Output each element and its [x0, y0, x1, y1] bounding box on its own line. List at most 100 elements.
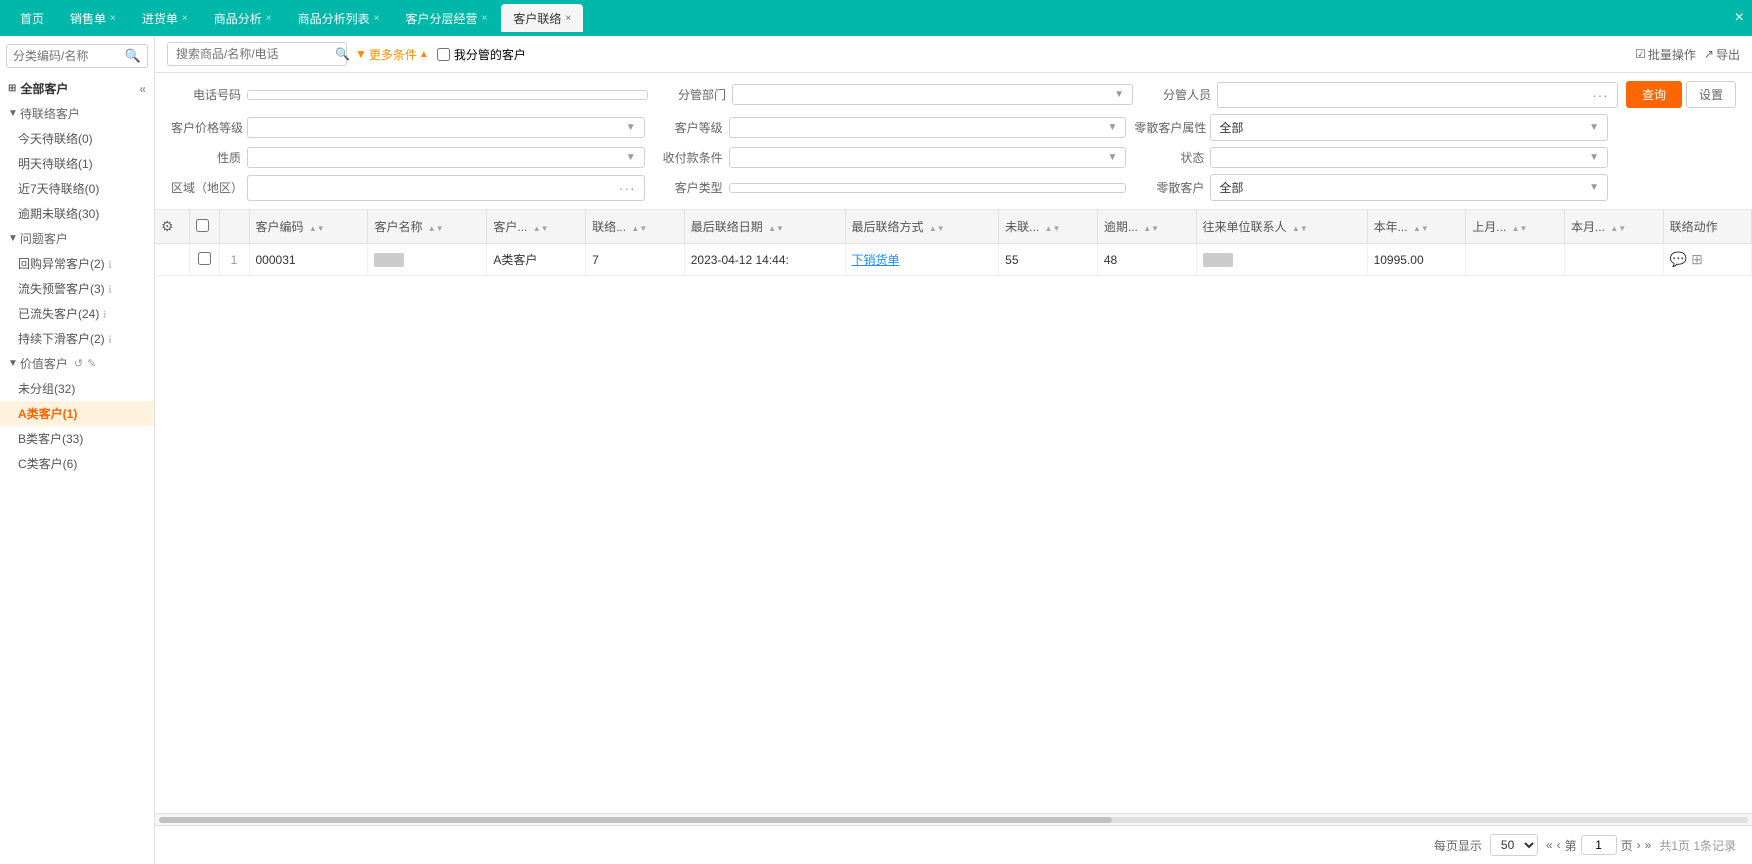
- sidebar-item-tomorrow[interactable]: 明天待联络(1): [0, 151, 154, 176]
- sidebar-group-pending[interactable]: ▼ 待联络客户: [0, 101, 154, 126]
- scatter-customer-select[interactable]: 全部 ▼: [1210, 174, 1608, 201]
- status-select[interactable]: ▼: [1210, 147, 1608, 168]
- col-overdue-header[interactable]: 逾期... ▲▼: [1097, 210, 1196, 244]
- phone-input[interactable]: [247, 90, 648, 100]
- nav-tab-customer-contact[interactable]: 客户联络 ×: [501, 4, 583, 32]
- col-code-sort[interactable]: ▲▼: [309, 224, 325, 233]
- col-checkbox-header[interactable]: [189, 210, 219, 244]
- col-overdue-sort[interactable]: ▲▼: [1143, 224, 1159, 233]
- filter-search-box[interactable]: 🔍: [167, 42, 347, 66]
- col-last-month-sort[interactable]: ▲▼: [1512, 224, 1528, 233]
- prev-page-button[interactable]: ‹: [1557, 838, 1561, 852]
- col-last-date-header[interactable]: 最后联络日期 ▲▼: [684, 210, 845, 244]
- col-history-header[interactable]: 往来单位联系人 ▲▼: [1196, 210, 1367, 244]
- col-contacts-header[interactable]: 联络... ▲▼: [586, 210, 685, 244]
- row-last-method[interactable]: 下销货单: [852, 253, 900, 267]
- sidebar-item-c-class[interactable]: C类客户(6): [0, 451, 154, 476]
- region-input[interactable]: ···: [247, 175, 645, 201]
- sidebar-item-7days[interactable]: 近7天待联络(0): [0, 176, 154, 201]
- payment-select[interactable]: ▼: [729, 147, 1127, 168]
- sidebar-item-b-class[interactable]: B类客户(33): [0, 426, 154, 451]
- col-uncontacted-header[interactable]: 未联... ▲▼: [999, 210, 1098, 244]
- sidebar-item-a-class[interactable]: A类客户(1): [0, 401, 154, 426]
- col-this-year-header[interactable]: 本年... ▲▼: [1367, 210, 1466, 244]
- my-customers-checkbox[interactable]: 我分管的客户: [437, 46, 526, 63]
- row-checkbox[interactable]: [198, 252, 211, 265]
- col-contacts-sort[interactable]: ▲▼: [631, 224, 647, 233]
- col-last-date-sort[interactable]: ▲▼: [768, 224, 784, 233]
- manager-input[interactable]: ···: [1217, 82, 1618, 108]
- nav-tab-purchase[interactable]: 进货单 ×: [130, 4, 200, 32]
- sidebar-item-today[interactable]: 今天待联络(0): [0, 126, 154, 151]
- sidebar-item-churned[interactable]: 已流失客户(24) ℹ: [0, 301, 154, 326]
- col-last-method-header[interactable]: 最后联络方式 ▲▼: [845, 210, 999, 244]
- chat-action-icon[interactable]: 💬: [1670, 251, 1687, 268]
- setting-button[interactable]: 设置: [1686, 81, 1736, 108]
- filter-search-input[interactable]: [176, 47, 331, 61]
- col-type-sort[interactable]: ▲▼: [533, 224, 549, 233]
- sidebar-item-unclassified[interactable]: 未分组(32): [0, 376, 154, 401]
- col-type-header[interactable]: 客户... ▲▼: [487, 210, 586, 244]
- col-settings[interactable]: ⚙: [155, 210, 189, 244]
- qrcode-action-icon[interactable]: ⊞: [1691, 251, 1703, 268]
- last-page-button[interactable]: »: [1645, 838, 1652, 852]
- nav-tab-sales[interactable]: 销售单 ×: [58, 4, 128, 32]
- sidebar-search-input[interactable]: [13, 49, 125, 63]
- query-button[interactable]: 查询: [1626, 81, 1682, 108]
- col-this-month-header[interactable]: 本月... ▲▼: [1564, 210, 1663, 244]
- col-this-year-sort[interactable]: ▲▼: [1413, 224, 1429, 233]
- next-page-button[interactable]: ›: [1637, 838, 1641, 852]
- sidebar-item-declining[interactable]: 持续下滑客户(2) ℹ: [0, 326, 154, 351]
- first-page-button[interactable]: «: [1546, 838, 1553, 852]
- col-uncontacted-sort[interactable]: ▲▼: [1045, 224, 1061, 233]
- price-level-select[interactable]: ▼: [247, 117, 645, 138]
- my-customers-check[interactable]: [437, 48, 450, 61]
- nav-tab-sales-close[interactable]: ×: [110, 13, 116, 24]
- nav-tab-customer-segment-close[interactable]: ×: [481, 13, 487, 24]
- col-last-method-sort[interactable]: ▲▼: [929, 224, 945, 233]
- all-customers-header[interactable]: ⊞ 全部客户 «: [0, 76, 154, 101]
- nav-tab-product-analysis-close[interactable]: ×: [266, 13, 272, 24]
- page-size-select[interactable]: 50: [1490, 834, 1538, 856]
- more-conditions-button[interactable]: ▼ 更多条件 ▲: [355, 46, 429, 63]
- nav-tab-customer-segment[interactable]: 客户分层经营 ×: [393, 4, 499, 32]
- sidebar-search-box[interactable]: 🔍: [6, 44, 148, 68]
- row-last-method-cell[interactable]: 下销货单: [845, 244, 999, 276]
- sidebar-item-churn-warning[interactable]: 流失预警客户(3) ℹ: [0, 276, 154, 301]
- sidebar-collapse-button[interactable]: «: [139, 82, 146, 96]
- col-name-label: 客户名称: [374, 220, 422, 234]
- col-history-sort[interactable]: ▲▼: [1292, 224, 1308, 233]
- nav-tab-purchase-close[interactable]: ×: [182, 13, 188, 24]
- customer-level-select[interactable]: ▼: [729, 117, 1127, 138]
- col-last-month-header[interactable]: 上月... ▲▼: [1466, 210, 1565, 244]
- sidebar-group-problem[interactable]: ▼ 问题客户: [0, 226, 154, 251]
- col-name-header[interactable]: 客户名称 ▲▼: [368, 210, 487, 244]
- sidebar-item-repurchase-abnormal[interactable]: 回购异常客户(2) ℹ: [0, 251, 154, 276]
- scroll-thumb[interactable]: [159, 817, 1112, 823]
- row-checkbox-cell[interactable]: [189, 244, 219, 276]
- info-icon-3: ℹ: [103, 310, 107, 321]
- scatter-attr-select[interactable]: 全部 ▼: [1210, 114, 1608, 141]
- nav-tab-home[interactable]: 首页: [8, 4, 56, 32]
- edit-icon[interactable]: ✎: [87, 357, 96, 370]
- dept-select[interactable]: ▼: [732, 84, 1133, 105]
- col-name-sort[interactable]: ▲▼: [428, 224, 444, 233]
- refresh-icon[interactable]: ↺: [74, 357, 83, 370]
- export-button[interactable]: ↗ 导出: [1704, 46, 1740, 63]
- nav-tab-product-analysis[interactable]: 商品分析 ×: [202, 4, 284, 32]
- sidebar-group-value[interactable]: ▼ 价值客户 ↺ ✎: [0, 351, 154, 376]
- nav-tab-product-list[interactable]: 商品分析列表 ×: [286, 4, 392, 32]
- select-all-checkbox[interactable]: [196, 219, 209, 232]
- sidebar-item-overdue[interactable]: 逾期未联络(30): [0, 201, 154, 226]
- horizontal-scrollbar[interactable]: [155, 813, 1752, 825]
- nav-tab-product-list-close[interactable]: ×: [374, 13, 380, 24]
- top-close-button[interactable]: ×: [1735, 9, 1744, 26]
- nature-select[interactable]: ▼: [247, 147, 645, 168]
- customer-type-input[interactable]: [729, 183, 1127, 193]
- nav-tab-customer-contact-close[interactable]: ×: [565, 13, 571, 24]
- settings-gear-icon[interactable]: ⚙: [161, 218, 174, 234]
- col-this-month-sort[interactable]: ▲▼: [1610, 224, 1626, 233]
- page-number-input[interactable]: [1581, 835, 1617, 855]
- col-code-header[interactable]: 客户编码 ▲▼: [249, 210, 368, 244]
- batch-op-button[interactable]: ☑ 批量操作: [1635, 46, 1696, 63]
